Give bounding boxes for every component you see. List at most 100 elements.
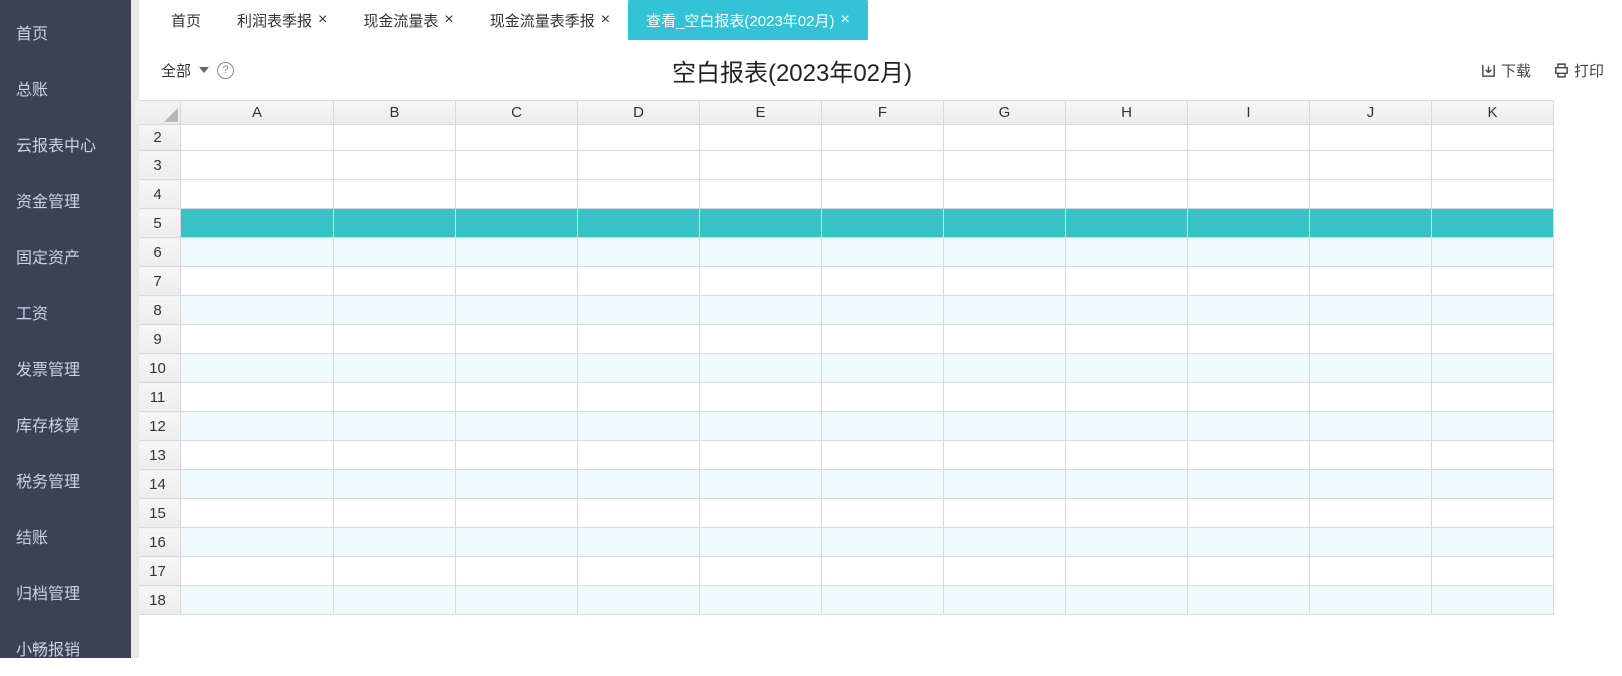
cell-E10[interactable] xyxy=(700,354,822,383)
cell-B16[interactable] xyxy=(334,528,456,557)
cell-A15[interactable] xyxy=(181,499,334,528)
cell-K16[interactable] xyxy=(1432,528,1554,557)
close-icon[interactable]: × xyxy=(840,12,849,28)
cell-B15[interactable] xyxy=(334,499,456,528)
cell-G4[interactable] xyxy=(944,180,1066,209)
cell-H14[interactable] xyxy=(1066,470,1188,499)
cell-D14[interactable] xyxy=(578,470,700,499)
cell-I16[interactable] xyxy=(1188,528,1310,557)
cell-I8[interactable] xyxy=(1188,296,1310,325)
cell-A7[interactable] xyxy=(181,267,334,296)
cell-C15[interactable] xyxy=(456,499,578,528)
cell-D16[interactable] xyxy=(578,528,700,557)
cell-A13[interactable] xyxy=(181,441,334,470)
cell-H12[interactable] xyxy=(1066,412,1188,441)
cell-E3[interactable] xyxy=(700,151,822,180)
cell-K14[interactable] xyxy=(1432,470,1554,499)
cell-D13[interactable] xyxy=(578,441,700,470)
cell-G15[interactable] xyxy=(944,499,1066,528)
cell-I5[interactable] xyxy=(1188,209,1310,238)
cell-A2[interactable] xyxy=(181,125,334,151)
cell-A18[interactable] xyxy=(181,586,334,615)
cell-H4[interactable] xyxy=(1066,180,1188,209)
cell-B17[interactable] xyxy=(334,557,456,586)
cell-H13[interactable] xyxy=(1066,441,1188,470)
cell-I12[interactable] xyxy=(1188,412,1310,441)
column-header-C[interactable]: C xyxy=(456,101,578,125)
sidebar-item-expense[interactable]: 小畅报销 xyxy=(0,620,131,676)
cell-F3[interactable] xyxy=(822,151,944,180)
cell-C8[interactable] xyxy=(456,296,578,325)
cell-B2[interactable] xyxy=(334,125,456,151)
cell-I9[interactable] xyxy=(1188,325,1310,354)
cell-K15[interactable] xyxy=(1432,499,1554,528)
cell-H16[interactable] xyxy=(1066,528,1188,557)
cell-J7[interactable] xyxy=(1310,267,1432,296)
cell-F9[interactable] xyxy=(822,325,944,354)
cell-B12[interactable] xyxy=(334,412,456,441)
close-icon[interactable]: × xyxy=(601,12,610,28)
sidebar-item-archive[interactable]: 归档管理 xyxy=(0,564,131,620)
cell-J16[interactable] xyxy=(1310,528,1432,557)
row-header-5[interactable]: 5 xyxy=(135,209,181,238)
cell-J5[interactable] xyxy=(1310,209,1432,238)
sidebar-item-salary[interactable]: 工资 xyxy=(0,284,131,340)
sidebar-item-inventory[interactable]: 库存核算 xyxy=(0,396,131,452)
cell-D9[interactable] xyxy=(578,325,700,354)
cell-K9[interactable] xyxy=(1432,325,1554,354)
cell-J11[interactable] xyxy=(1310,383,1432,412)
cell-C5[interactable] xyxy=(456,209,578,238)
cell-J14[interactable] xyxy=(1310,470,1432,499)
cell-D15[interactable] xyxy=(578,499,700,528)
cell-E9[interactable] xyxy=(700,325,822,354)
cell-E15[interactable] xyxy=(700,499,822,528)
cell-F11[interactable] xyxy=(822,383,944,412)
cell-K11[interactable] xyxy=(1432,383,1554,412)
cell-K17[interactable] xyxy=(1432,557,1554,586)
cell-E14[interactable] xyxy=(700,470,822,499)
cell-A11[interactable] xyxy=(181,383,334,412)
cell-J12[interactable] xyxy=(1310,412,1432,441)
sidebar-item-home[interactable]: 首页 xyxy=(0,4,131,60)
tab-0[interactable]: 首页 xyxy=(153,0,219,40)
cell-E5[interactable] xyxy=(700,209,822,238)
cell-H11[interactable] xyxy=(1066,383,1188,412)
row-header-10[interactable]: 10 xyxy=(135,354,181,383)
cell-E13[interactable] xyxy=(700,441,822,470)
row-header-12[interactable]: 12 xyxy=(135,412,181,441)
column-header-F[interactable]: F xyxy=(822,101,944,125)
cell-G10[interactable] xyxy=(944,354,1066,383)
cell-I10[interactable] xyxy=(1188,354,1310,383)
tab-3[interactable]: 现金流量表季报× xyxy=(472,0,628,40)
cell-F18[interactable] xyxy=(822,586,944,615)
cell-D6[interactable] xyxy=(578,238,700,267)
row-header-13[interactable]: 13 xyxy=(135,441,181,470)
cell-I15[interactable] xyxy=(1188,499,1310,528)
column-header-A[interactable]: A xyxy=(181,101,334,125)
cell-F16[interactable] xyxy=(822,528,944,557)
cell-F4[interactable] xyxy=(822,180,944,209)
cell-I11[interactable] xyxy=(1188,383,1310,412)
cell-J8[interactable] xyxy=(1310,296,1432,325)
cell-A5[interactable] xyxy=(181,209,334,238)
cell-G16[interactable] xyxy=(944,528,1066,557)
row-header-2[interactable]: 2 xyxy=(135,125,181,151)
cell-K7[interactable] xyxy=(1432,267,1554,296)
cell-E6[interactable] xyxy=(700,238,822,267)
row-header-8[interactable]: 8 xyxy=(135,296,181,325)
cell-C17[interactable] xyxy=(456,557,578,586)
sidebar-item-fund-management[interactable]: 资金管理 xyxy=(0,172,131,228)
cell-H6[interactable] xyxy=(1066,238,1188,267)
cell-E2[interactable] xyxy=(700,125,822,151)
print-button[interactable]: 打印 xyxy=(1553,60,1604,81)
cell-J13[interactable] xyxy=(1310,441,1432,470)
cell-E12[interactable] xyxy=(700,412,822,441)
cell-H18[interactable] xyxy=(1066,586,1188,615)
row-header-6[interactable]: 6 xyxy=(135,238,181,267)
cell-G18[interactable] xyxy=(944,586,1066,615)
cell-A4[interactable] xyxy=(181,180,334,209)
cell-A3[interactable] xyxy=(181,151,334,180)
cell-C12[interactable] xyxy=(456,412,578,441)
cell-K5[interactable] xyxy=(1432,209,1554,238)
cell-B4[interactable] xyxy=(334,180,456,209)
